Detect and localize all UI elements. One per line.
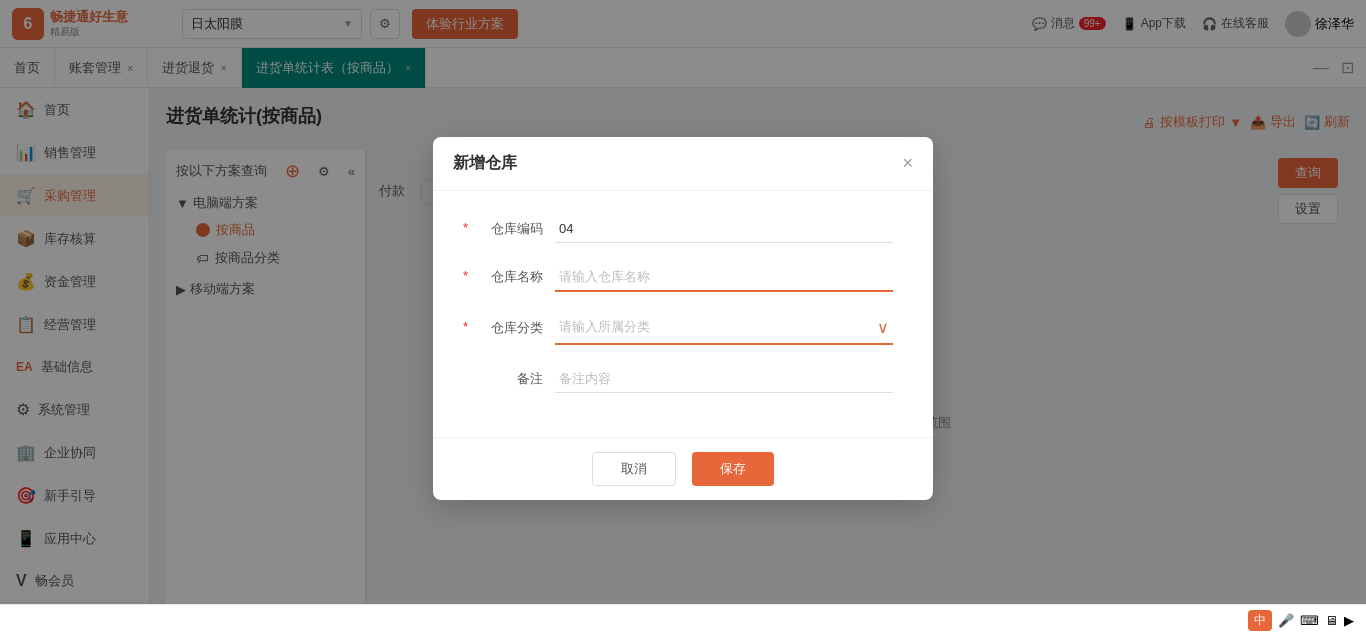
code-field: 仓库编码 [473,215,893,243]
name-label: 仓库名称 [473,268,543,286]
monitor-icon[interactable]: 🖥 [1325,613,1338,628]
category-placeholder: 请输入所属分类 [559,318,650,336]
modal-overlay: 新增仓库 × 仓库编码 仓库名称 仓库分类 请输入所属分类 ∨ [0,0,1366,636]
name-field: 仓库名称 [473,263,893,292]
modal-close-icon[interactable]: × [902,153,913,174]
category-arrow-icon: ∨ [877,318,889,337]
note-input[interactable] [555,365,893,393]
zhong-icon[interactable]: 中 [1248,610,1272,631]
category-field: 仓库分类 请输入所属分类 ∨ [473,312,893,345]
cancel-button[interactable]: 取消 [592,452,676,486]
keyboard-icon[interactable]: ⌨ [1300,613,1319,628]
modal-title: 新增仓库 [453,153,517,174]
save-button[interactable]: 保存 [692,452,774,486]
modal-body: 仓库编码 仓库名称 仓库分类 请输入所属分类 ∨ 备注 [433,191,933,437]
code-input[interactable] [555,215,893,243]
note-field: 备注 [473,365,893,393]
new-warehouse-modal: 新增仓库 × 仓库编码 仓库名称 仓库分类 请输入所属分类 ∨ [433,137,933,500]
mic-icon[interactable]: 🎤 [1278,613,1294,628]
category-label: 仓库分类 [473,319,543,337]
status-bar: 中 🎤 ⌨ 🖥 ▶ [0,604,1366,636]
code-label: 仓库编码 [473,220,543,238]
play-icon[interactable]: ▶ [1344,613,1354,628]
name-input[interactable] [555,263,893,292]
note-label: 备注 [473,370,543,388]
modal-footer: 取消 保存 [433,437,933,500]
modal-header: 新增仓库 × [433,137,933,191]
category-select[interactable]: 请输入所属分类 ∨ [555,312,893,345]
